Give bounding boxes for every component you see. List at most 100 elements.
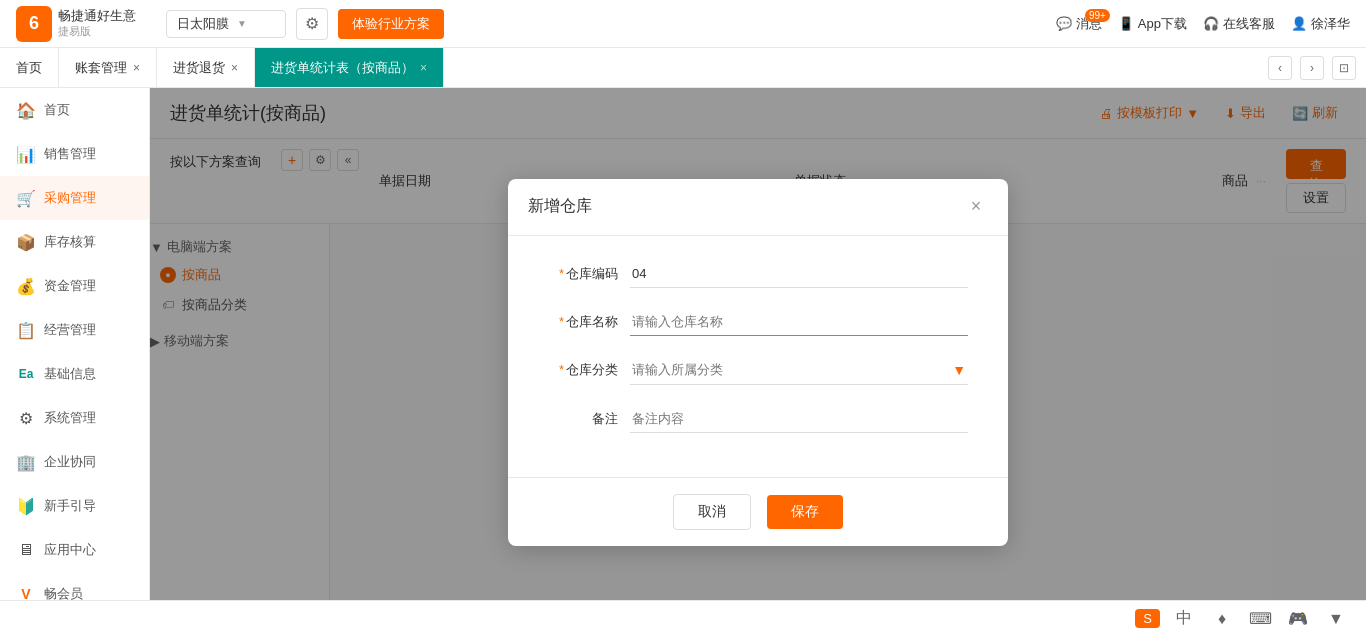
header-right: 💬 消息 99+ 📱 App下载 🎧 在线客服 👤 徐泽华 <box>1056 15 1350 33</box>
service-label: 在线客服 <box>1223 15 1275 33</box>
dialog-title: 新增仓库 <box>528 196 592 217</box>
tab-controls: ‹ › ⊡ <box>1258 48 1366 87</box>
sidebar-purchase-label: 采购管理 <box>44 189 96 207</box>
store-selector[interactable]: 日太阳膜 ▼ <box>166 10 286 38</box>
sidebar-item-guide[interactable]: 🔰 新手引导 <box>0 484 149 528</box>
store-name: 日太阳膜 <box>177 15 229 33</box>
cancel-button[interactable]: 取消 <box>673 494 751 530</box>
footer-keyboard-icon[interactable]: ⌨ <box>1246 605 1274 633</box>
apps-icon: 🖥 <box>16 540 36 560</box>
sidebar-item-sales[interactable]: 📊 销售管理 <box>0 132 149 176</box>
dialog-footer: 取消 保存 <box>508 477 1008 546</box>
code-label: 仓库编码 <box>548 265 618 283</box>
tab-prev-btn[interactable]: ‹ <box>1268 56 1292 80</box>
sidebar-business-label: 经营管理 <box>44 321 96 339</box>
tab-stats[interactable]: 进货单统计表（按商品） × <box>255 48 444 87</box>
tab-account-close[interactable]: × <box>133 61 140 75</box>
content-area: 进货单统计(按商品) 🖨 按模板打印 ▼ ⬇ 导出 🔄 刷新 按以下方案查询 <box>150 88 1366 636</box>
modal-overlay: 新增仓库 × 仓库编码 仓库名称 <box>150 88 1366 636</box>
logo-sub: 捷易版 <box>58 24 136 39</box>
message-item[interactable]: 💬 消息 99+ <box>1056 15 1102 33</box>
user-avatar: 👤 <box>1291 16 1307 31</box>
message-badge: 99+ <box>1085 9 1110 22</box>
sidebar-item-enterprise[interactable]: 🏢 企业协同 <box>0 440 149 484</box>
app-download-item[interactable]: 📱 App下载 <box>1118 15 1187 33</box>
logo-text: 畅捷通好生意 <box>58 8 136 25</box>
note-label: 备注 <box>548 410 618 428</box>
sidebar-item-purchase[interactable]: 🛒 采购管理 <box>0 176 149 220</box>
category-dropdown-icon: ▼ <box>952 362 966 378</box>
tab-stats-close[interactable]: × <box>420 61 427 75</box>
main-layout: 🏠 首页 📊 销售管理 🛒 采购管理 📦 库存核算 💰 资金管理 📋 经营管理 … <box>0 88 1366 636</box>
sidebar-item-finance[interactable]: 💰 资金管理 <box>0 264 149 308</box>
tab-expand-btn[interactable]: ⊡ <box>1332 56 1356 80</box>
sidebar-guide-label: 新手引导 <box>44 497 96 515</box>
sidebar-item-home[interactable]: 🏠 首页 <box>0 88 149 132</box>
sidebar-sales-label: 销售管理 <box>44 145 96 163</box>
inventory-icon: 📦 <box>16 232 36 252</box>
sidebar-apps-label: 应用中心 <box>44 541 96 559</box>
tab-next-btn[interactable]: › <box>1300 56 1324 80</box>
service-icon: 🎧 <box>1203 16 1219 31</box>
dialog-header: 新增仓库 × <box>508 179 1008 236</box>
user-item[interactable]: 👤 徐泽华 <box>1291 15 1350 33</box>
basic-icon: Ea <box>16 364 36 384</box>
app-icon: 📱 <box>1118 16 1134 31</box>
tab-bar: 首页 账套管理 × 进货退货 × 进货单统计表（按商品） × ‹ › ⊡ <box>0 48 1366 88</box>
sales-icon: 📊 <box>16 144 36 164</box>
footer-lang-icon[interactable]: 中 <box>1170 605 1198 633</box>
dialog-add-warehouse: 新增仓库 × 仓库编码 仓库名称 <box>508 179 1008 546</box>
tab-home-label: 首页 <box>16 59 42 77</box>
tab-account[interactable]: 账套管理 × <box>59 48 157 87</box>
form-row-name: 仓库名称 <box>548 308 968 336</box>
footer-down-icon[interactable]: ▼ <box>1322 605 1350 633</box>
home-icon: 🏠 <box>16 100 36 120</box>
footer-bar: S 中 ♦ ⌨ 🎮 ▼ <box>0 600 1366 636</box>
enterprise-icon: 🏢 <box>16 452 36 472</box>
category-select[interactable]: ▼ <box>630 356 968 385</box>
business-icon: 📋 <box>16 320 36 340</box>
app-label: App下载 <box>1138 15 1187 33</box>
tab-stats-label: 进货单统计表（按商品） <box>271 59 414 77</box>
sidebar: 🏠 首页 📊 销售管理 🛒 采购管理 📦 库存核算 💰 资金管理 📋 经营管理 … <box>0 88 150 636</box>
user-name: 徐泽华 <box>1311 15 1350 33</box>
sidebar-basic-label: 基础信息 <box>44 365 96 383</box>
message-icon: 💬 <box>1056 16 1072 31</box>
form-row-code: 仓库编码 <box>548 260 968 288</box>
sidebar-item-system[interactable]: ⚙ 系统管理 <box>0 396 149 440</box>
guide-icon: 🔰 <box>16 496 36 516</box>
form-row-note: 备注 <box>548 405 968 433</box>
sidebar-item-basic[interactable]: Ea 基础信息 <box>0 352 149 396</box>
note-input[interactable] <box>630 405 968 433</box>
footer-game-icon[interactable]: 🎮 <box>1284 605 1312 633</box>
footer-dot-icon[interactable]: ♦ <box>1208 605 1236 633</box>
dialog-body: 仓库编码 仓库名称 仓库分类 ▼ <box>508 236 1008 477</box>
save-button[interactable]: 保存 <box>767 495 843 529</box>
tab-return[interactable]: 进货退货 × <box>157 48 255 87</box>
sidebar-finance-label: 资金管理 <box>44 277 96 295</box>
purchase-icon: 🛒 <box>16 188 36 208</box>
logo-icon: 6 <box>16 6 52 42</box>
name-label: 仓库名称 <box>548 313 618 331</box>
form-row-category: 仓库分类 ▼ <box>548 356 968 385</box>
dialog-close-button[interactable]: × <box>964 195 988 219</box>
category-label: 仓库分类 <box>548 361 618 379</box>
tab-account-label: 账套管理 <box>75 59 127 77</box>
try-industry-button[interactable]: 体验行业方案 <box>338 9 444 39</box>
finance-icon: 💰 <box>16 276 36 296</box>
tab-home[interactable]: 首页 <box>0 48 59 87</box>
sidebar-item-inventory[interactable]: 📦 库存核算 <box>0 220 149 264</box>
sidebar-home-label: 首页 <box>44 101 70 119</box>
sidebar-item-business[interactable]: 📋 经营管理 <box>0 308 149 352</box>
category-input[interactable] <box>632 362 952 377</box>
service-item[interactable]: 🎧 在线客服 <box>1203 15 1275 33</box>
sidebar-item-apps[interactable]: 🖥 应用中心 <box>0 528 149 572</box>
settings-icon[interactable]: ⚙ <box>296 8 328 40</box>
sidebar-inventory-label: 库存核算 <box>44 233 96 251</box>
code-input[interactable] <box>630 260 968 288</box>
tab-return-label: 进货退货 <box>173 59 225 77</box>
sidebar-enterprise-label: 企业协同 <box>44 453 96 471</box>
tab-return-close[interactable]: × <box>231 61 238 75</box>
footer-s-icon[interactable]: S <box>1135 609 1160 628</box>
name-input[interactable] <box>630 308 968 336</box>
